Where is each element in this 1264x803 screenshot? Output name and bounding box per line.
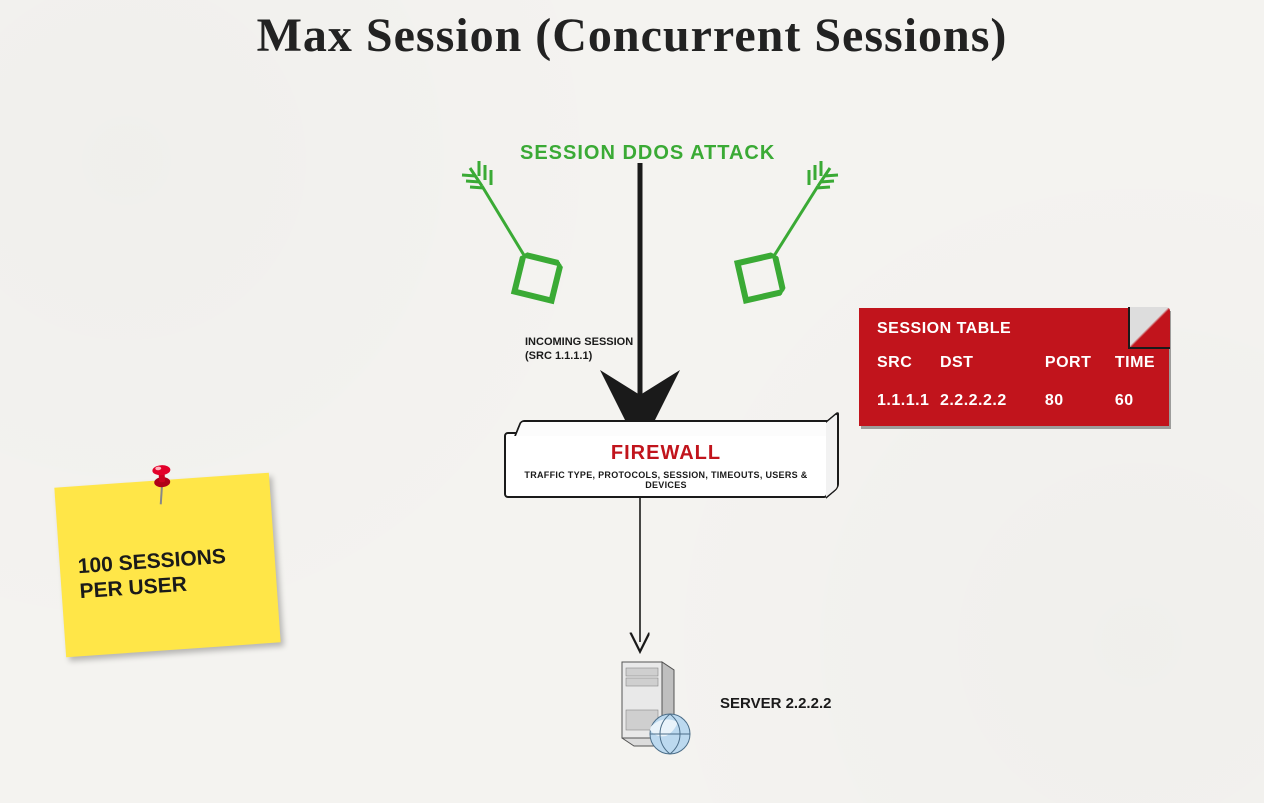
header-port: PORT <box>1045 354 1110 372</box>
sticky-note: 100 SESSIONS PER USER <box>54 473 280 658</box>
firewall-box: FIREWALL TRAFFIC TYPE, PROTOCOLS, SESSIO… <box>504 432 828 498</box>
pushpin-icon <box>143 461 182 507</box>
sticky-note-text: 100 SESSIONS PER USER <box>77 542 259 605</box>
attack-label: SESSION DDOS ATTACK <box>520 142 775 165</box>
attack-arrow-left <box>462 161 536 275</box>
header-src: SRC <box>877 354 935 372</box>
server-label: SERVER 2.2.2.2 <box>720 695 831 712</box>
session-table-header-row: SRC DST PORT TIME <box>877 354 1155 372</box>
incoming-line-2: (SRC 1.1.1.1) <box>525 350 633 364</box>
firewall-subtitle: TRAFFIC TYPE, PROTOCOLS, SESSION, TIMEOU… <box>506 470 826 490</box>
cell-time: 60 <box>1115 392 1134 410</box>
cell-port: 80 <box>1045 392 1110 410</box>
server-icon <box>600 652 700 762</box>
firewall-title: FIREWALL <box>506 442 826 465</box>
session-table-title: SESSION TABLE <box>877 320 1011 338</box>
cell-src: 1.1.1.1 <box>877 392 935 410</box>
header-dst: DST <box>940 354 1040 372</box>
incoming-session-label: INCOMING SESSION (SRC 1.1.1.1) <box>525 336 633 364</box>
attack-arrow-right <box>762 161 838 275</box>
diagram-title: Max Session (Concurrent Sessions) <box>0 8 1264 63</box>
session-table: SESSION TABLE SRC DST PORT TIME 1.1.1.1 … <box>859 308 1169 426</box>
session-table-data-row: 1.1.1.1 2.2.2.2.2 80 60 <box>877 392 1134 410</box>
cell-dst: 2.2.2.2.2 <box>940 392 1040 410</box>
header-time: TIME <box>1115 354 1155 372</box>
incoming-line-1: INCOMING SESSION <box>525 336 633 350</box>
